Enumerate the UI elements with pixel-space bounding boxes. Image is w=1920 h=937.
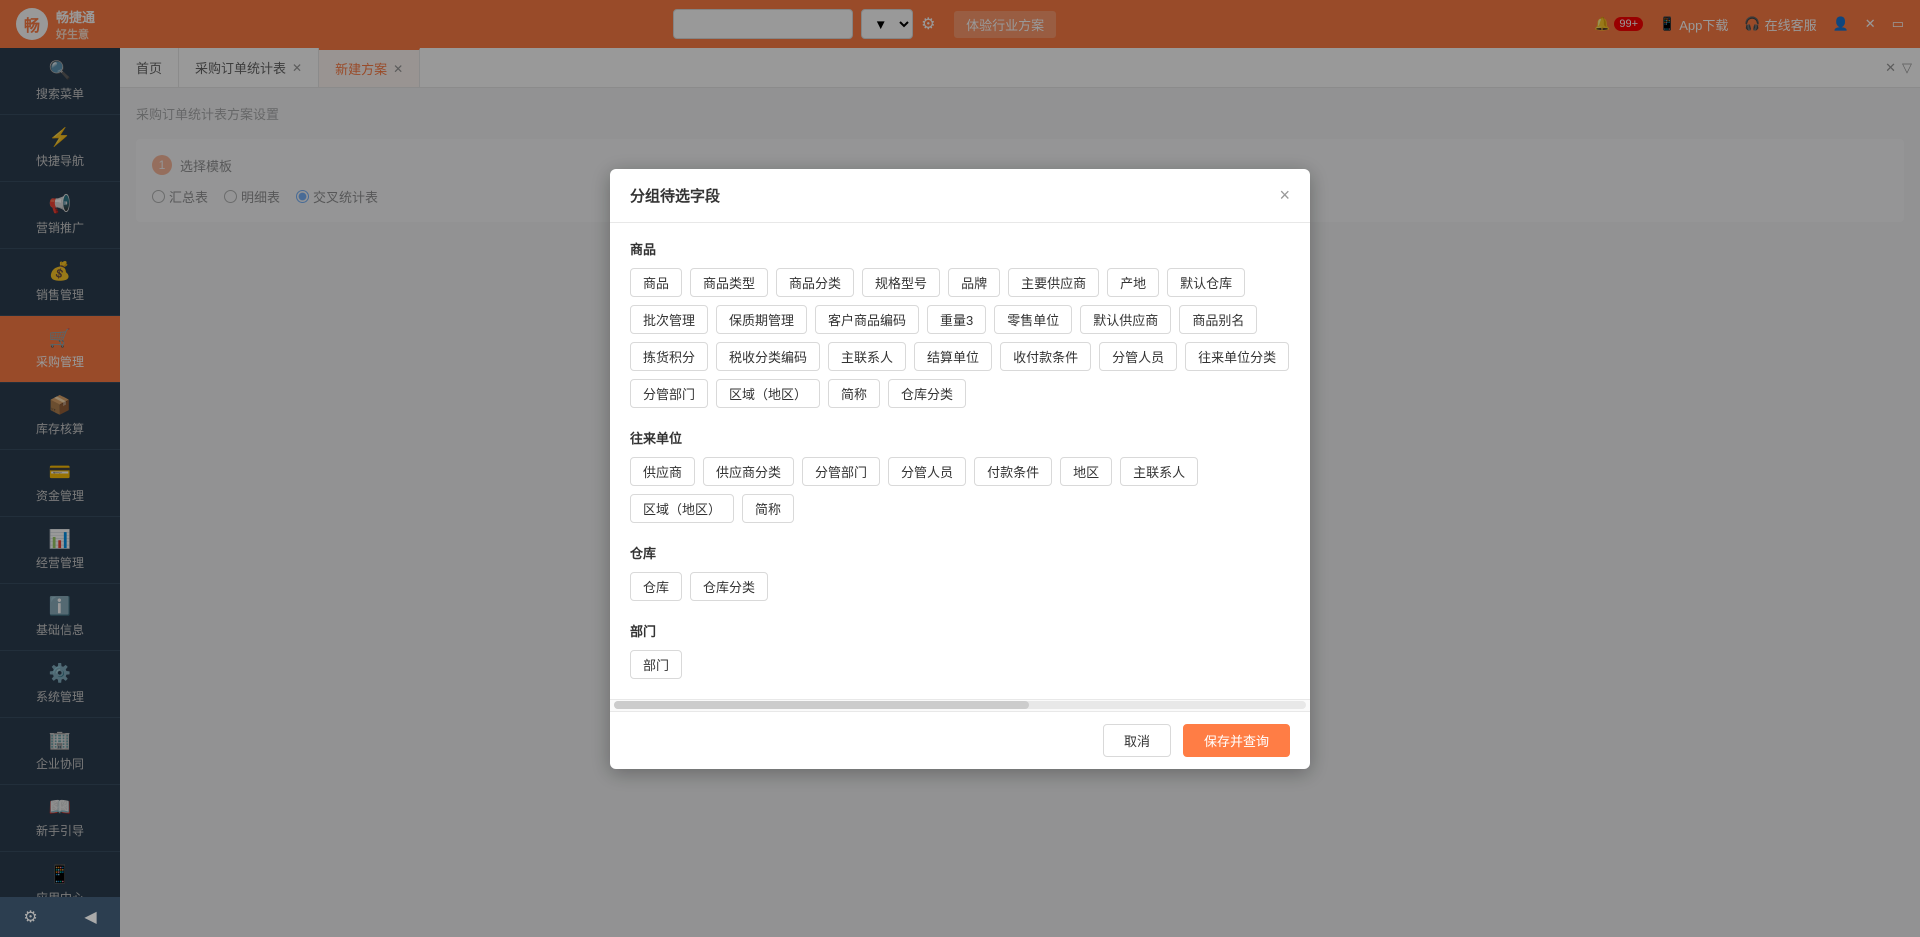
field-partner-category[interactable]: 往来单位分类 xyxy=(1185,342,1289,371)
field-supplier[interactable]: 供应商 xyxy=(630,457,695,486)
field-region2[interactable]: 区域（地区） xyxy=(630,494,734,523)
field-supplier-cat[interactable]: 供应商分类 xyxy=(703,457,794,486)
cancel-button[interactable]: 取消 xyxy=(1103,724,1171,757)
modal-close-btn[interactable]: × xyxy=(1279,186,1290,204)
modal-body: 商品 商品 商品类型 商品分类 规格型号 品牌 主要供应商 产地 默认仓库 批次… xyxy=(610,223,1310,700)
field-staff[interactable]: 分管人员 xyxy=(888,457,966,486)
field-main-contact[interactable]: 主联系人 xyxy=(828,342,906,371)
field-spec-model[interactable]: 规格型号 xyxy=(862,268,940,297)
field-goods[interactable]: 商品 xyxy=(630,268,682,297)
field-warehouse-cat[interactable]: 仓库分类 xyxy=(690,572,768,601)
field-pay-terms[interactable]: 付款条件 xyxy=(974,457,1052,486)
section-partners-title: 往来单位 xyxy=(630,428,1290,447)
bottom-expand-icon[interactable]: ◀ xyxy=(84,907,96,927)
field-payment-terms[interactable]: 收付款条件 xyxy=(1000,342,1091,371)
modal-hscroll[interactable] xyxy=(610,699,1310,710)
field-wh-category[interactable]: 仓库分类 xyxy=(888,379,966,408)
department-field-grid: 部门 xyxy=(630,650,1290,679)
field-abbr2[interactable]: 简称 xyxy=(742,494,794,523)
section-partners: 往来单位 供应商 供应商分类 分管部门 分管人员 付款条件 地区 主联系人 区域… xyxy=(630,428,1290,523)
field-main-supplier[interactable]: 主要供应商 xyxy=(1008,268,1099,297)
warehouse-field-grid: 仓库 仓库分类 xyxy=(630,572,1290,601)
modal: 分组待选字段 × 商品 商品 商品类型 商品分类 规格型号 品牌 主要供应商 产… xyxy=(610,169,1310,769)
field-default-warehouse[interactable]: 默认仓库 xyxy=(1167,268,1245,297)
field-retail-unit[interactable]: 零售单位 xyxy=(994,305,1072,334)
modal-footer: 取消 保存并查询 xyxy=(610,711,1310,769)
field-customer-sku[interactable]: 客户商品编码 xyxy=(815,305,919,334)
section-warehouse-title: 仓库 xyxy=(630,543,1290,562)
partners-field-grid: 供应商 供应商分类 分管部门 分管人员 付款条件 地区 主联系人 区域（地区） … xyxy=(630,457,1290,523)
field-pick-points[interactable]: 拣货积分 xyxy=(630,342,708,371)
field-batch-mgmt[interactable]: 批次管理 xyxy=(630,305,708,334)
field-goods-alias[interactable]: 商品别名 xyxy=(1179,305,1257,334)
modal-header: 分组待选字段 × xyxy=(610,169,1310,223)
field-origin[interactable]: 产地 xyxy=(1107,268,1159,297)
field-weight3[interactable]: 重量3 xyxy=(927,305,986,334)
section-goods-title: 商品 xyxy=(630,239,1290,258)
field-main-contact2[interactable]: 主联系人 xyxy=(1120,457,1198,486)
section-department-title: 部门 xyxy=(630,621,1290,640)
field-warehouse[interactable]: 仓库 xyxy=(630,572,682,601)
field-region[interactable]: 区域（地区） xyxy=(716,379,820,408)
field-mgmt-dept[interactable]: 分管部门 xyxy=(630,379,708,408)
field-abbr[interactable]: 简称 xyxy=(828,379,880,408)
bottom-settings-icon[interactable]: ⚙ xyxy=(23,907,37,927)
bottom-bar: ⚙ ◀ xyxy=(0,897,120,937)
field-tax-code[interactable]: 税收分类编码 xyxy=(716,342,820,371)
field-dept[interactable]: 分管部门 xyxy=(802,457,880,486)
goods-field-grid: 商品 商品类型 商品分类 规格型号 品牌 主要供应商 产地 默认仓库 批次管理 … xyxy=(630,268,1290,408)
field-goods-type[interactable]: 商品类型 xyxy=(690,268,768,297)
section-warehouse: 仓库 仓库 仓库分类 xyxy=(630,543,1290,601)
modal-title: 分组待选字段 xyxy=(630,185,720,206)
modal-overlay: 分组待选字段 × 商品 商品 商品类型 商品分类 规格型号 品牌 主要供应商 产… xyxy=(0,0,1920,937)
section-goods: 商品 商品 商品类型 商品分类 规格型号 品牌 主要供应商 产地 默认仓库 批次… xyxy=(630,239,1290,408)
field-brand[interactable]: 品牌 xyxy=(948,268,1000,297)
field-settle-unit[interactable]: 结算单位 xyxy=(914,342,992,371)
field-expiry-mgmt[interactable]: 保质期管理 xyxy=(716,305,807,334)
section-department: 部门 部门 xyxy=(630,621,1290,679)
field-goods-category[interactable]: 商品分类 xyxy=(776,268,854,297)
field-default-supplier[interactable]: 默认供应商 xyxy=(1080,305,1171,334)
field-supervisor[interactable]: 分管人员 xyxy=(1099,342,1177,371)
save-query-button[interactable]: 保存并查询 xyxy=(1183,724,1290,757)
field-department[interactable]: 部门 xyxy=(630,650,682,679)
field-area[interactable]: 地区 xyxy=(1060,457,1112,486)
